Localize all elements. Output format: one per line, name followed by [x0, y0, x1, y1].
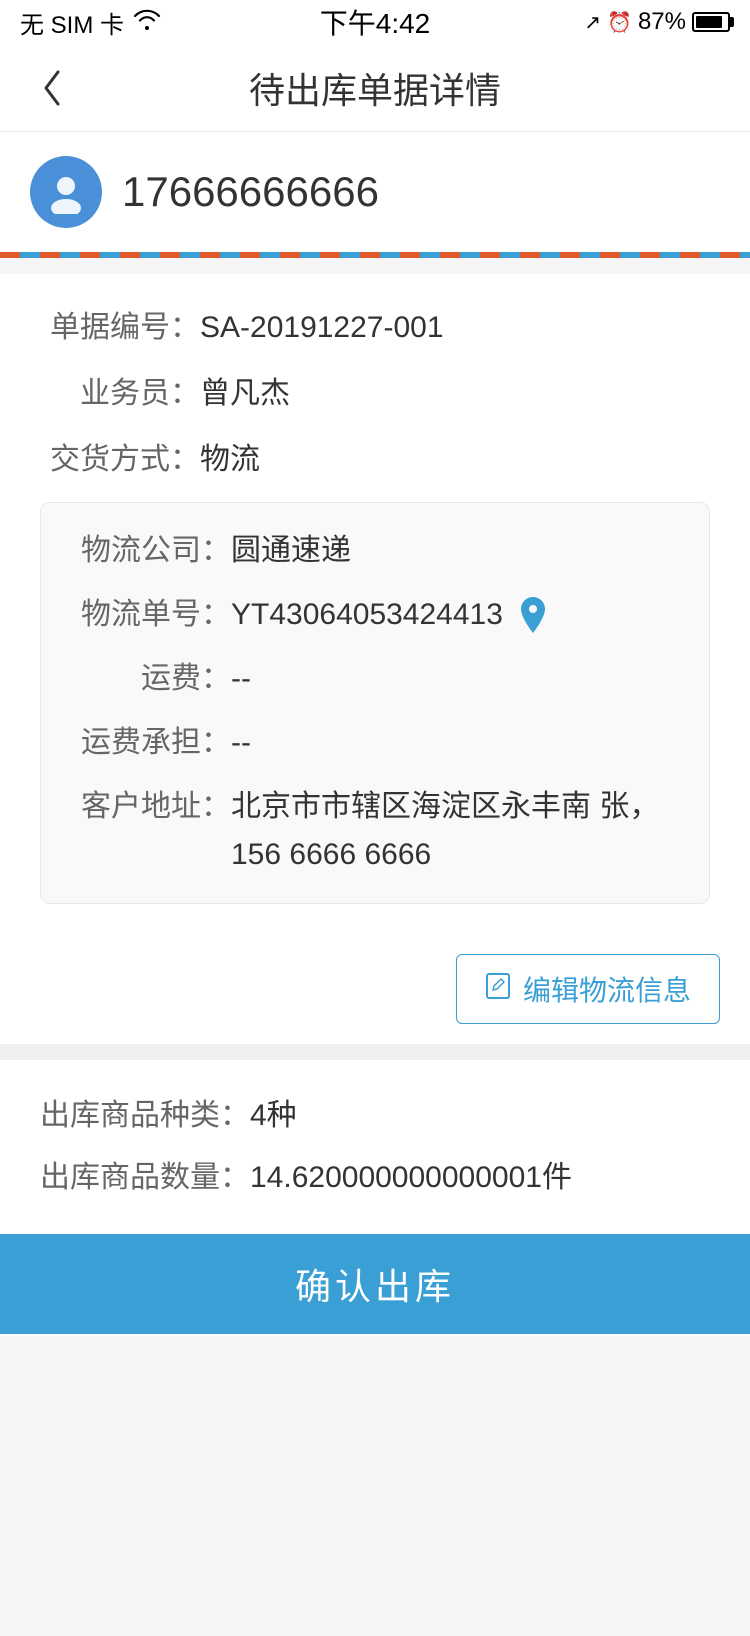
order-no-row: 单据编号： SA-20191227-001 [40, 304, 710, 352]
user-phone: 17666666666 [122, 168, 379, 216]
battery-text: 87% [638, 8, 686, 36]
status-left: 无 SIM 卡 [20, 5, 162, 40]
freight-label: 运费： [71, 655, 231, 703]
battery-icon [692, 12, 730, 32]
goods-quantity-value: 14.620000000000001件 [250, 1152, 572, 1196]
confirm-button-label: 确认出库 [295, 1258, 455, 1310]
edit-logistics-button[interactable]: 编辑物流信息 [456, 954, 720, 1024]
nav-bar: 待出库单据详情 [0, 44, 750, 132]
goods-type-value: 4种 [250, 1090, 297, 1134]
delivery-value: 物流 [200, 436, 710, 484]
page-title: 待出库单据详情 [74, 62, 676, 114]
salesman-label: 业务员： [40, 370, 200, 418]
back-button[interactable] [30, 66, 74, 110]
status-bar: 无 SIM 卡 下午4:42 ↗ ⏰ 87% [0, 0, 750, 44]
wifi-icon [132, 8, 162, 36]
salesman-row: 业务员： 曾凡杰 [40, 370, 710, 418]
freight-bear-row: 运费承担： -- [71, 719, 679, 767]
tracking-location-icon[interactable] [515, 597, 551, 633]
edit-logistics-label: 编辑物流信息 [523, 969, 691, 1009]
tracking-row: 物流单号： YT43064053424413 [71, 591, 679, 639]
address-label: 客户地址： [71, 783, 231, 831]
avatar [30, 156, 102, 228]
dashed-divider [0, 252, 750, 258]
freight-row: 运费： -- [71, 655, 679, 703]
address-row: 客户地址： 北京市市辖区海淀区永丰南 张，156 6666 6666 [71, 783, 679, 879]
order-info-section: 单据编号： SA-20191227-001 业务员： 曾凡杰 交货方式： 物流 … [0, 274, 750, 934]
goods-type-row: 出库商品种类： 4种 [40, 1090, 710, 1134]
location-status-icon: ↗ [584, 10, 601, 35]
address-value: 北京市市辖区海淀区永丰南 张，156 6666 6666 [231, 783, 679, 879]
status-right: ↗ ⏰ 87% [584, 8, 730, 36]
alarm-icon: ⏰ [607, 10, 632, 35]
edit-icon [485, 972, 513, 1007]
tracking-value: YT43064053424413 [231, 591, 679, 639]
tracking-label: 物流单号： [71, 591, 231, 639]
order-no-label: 单据编号： [40, 304, 200, 352]
bottom-fill [0, 1336, 750, 1536]
logistics-company-value: 圆通速递 [231, 527, 679, 575]
delivery-label: 交货方式： [40, 436, 200, 484]
logistics-card: 物流公司： 圆通速递 物流单号： YT43064053424413 运费： -- [40, 502, 710, 904]
goods-quantity-label: 出库商品数量： [40, 1152, 250, 1196]
edit-logistics-row: 编辑物流信息 [0, 934, 750, 1044]
freight-bear-value: -- [231, 719, 679, 767]
gray-separator-1 [0, 1044, 750, 1060]
status-time: 下午4:42 [320, 2, 431, 42]
delivery-row: 交货方式： 物流 [40, 436, 710, 484]
logistics-company-row: 物流公司： 圆通速递 [71, 527, 679, 575]
order-no-value: SA-20191227-001 [200, 304, 710, 352]
goods-type-label: 出库商品种类： [40, 1090, 250, 1134]
freight-value: -- [231, 655, 679, 703]
confirm-bar[interactable]: 确认出库 [0, 1234, 750, 1334]
freight-bear-label: 运费承担： [71, 719, 231, 767]
goods-section: 出库商品种类： 4种 出库商品数量： 14.620000000000001件 [0, 1060, 750, 1226]
carrier-text: 无 SIM 卡 [20, 5, 124, 40]
tracking-number: YT43064053424413 [231, 591, 503, 639]
logistics-company-label: 物流公司： [71, 527, 231, 575]
salesman-value: 曾凡杰 [200, 370, 710, 418]
user-header: 17666666666 [0, 132, 750, 252]
goods-quantity-row: 出库商品数量： 14.620000000000001件 [40, 1152, 710, 1196]
